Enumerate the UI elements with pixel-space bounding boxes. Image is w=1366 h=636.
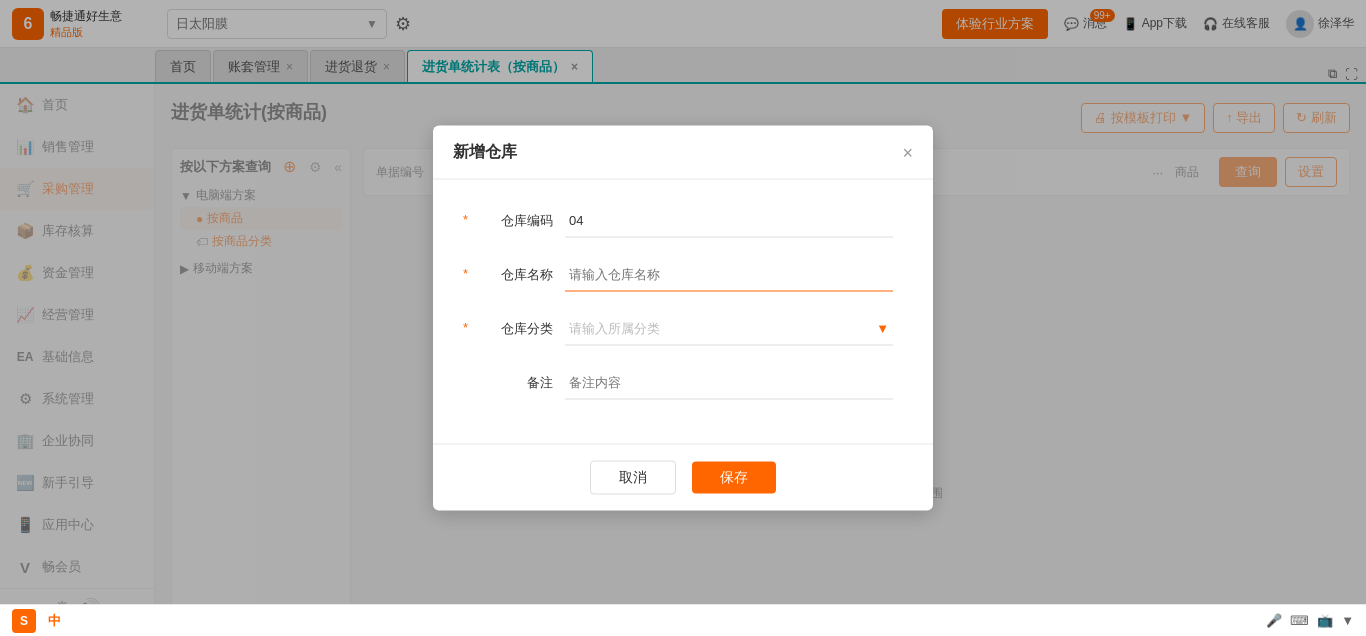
bottom-bar: S 中 🎤 ⌨ 📺 ▼ [0,604,1366,636]
form-row-code: 仓库编码 [473,204,893,238]
remark-input[interactable] [565,366,893,400]
modal-footer: 取消 保存 [433,444,933,511]
bottom-text: 中 [48,612,61,630]
category-select[interactable]: 请输入所属分类 ▼ [565,312,893,346]
new-warehouse-modal: 新增仓库 × 仓库编码 仓库名称 仓库分类 请输入所属分类 ▼ 备注 取消 保存 [433,126,933,511]
bottom-mic-icon[interactable]: 🎤 [1266,613,1282,628]
cancel-button[interactable]: 取消 [590,461,676,495]
bottom-keyboard-icon[interactable]: ⌨ [1290,613,1309,628]
form-row-name: 仓库名称 [473,258,893,292]
warehouse-code-input[interactable] [565,204,893,238]
save-button[interactable]: 保存 [692,462,776,494]
form-row-category: 仓库分类 请输入所属分类 ▼ [473,312,893,346]
category-label: 仓库分类 [473,320,553,338]
name-label: 仓库名称 [473,266,553,284]
modal-title: 新增仓库 [453,142,517,163]
bottom-icons: 🎤 ⌨ 📺 ▼ [1266,613,1354,628]
bottom-logo: S [12,609,36,633]
category-placeholder: 请输入所属分类 [569,319,660,337]
code-label: 仓库编码 [473,212,553,230]
modal-header: 新增仓库 × [433,126,933,180]
form-row-remark: 备注 [473,366,893,400]
bottom-chevron-icon[interactable]: ▼ [1341,613,1354,628]
warehouse-name-input[interactable] [565,258,893,292]
modal-close-button[interactable]: × [902,143,913,161]
modal-body: 仓库编码 仓库名称 仓库分类 请输入所属分类 ▼ 备注 [433,180,933,444]
bottom-display-icon[interactable]: 📺 [1317,613,1333,628]
category-dropdown-icon: ▼ [876,321,889,336]
remark-label: 备注 [473,374,553,392]
